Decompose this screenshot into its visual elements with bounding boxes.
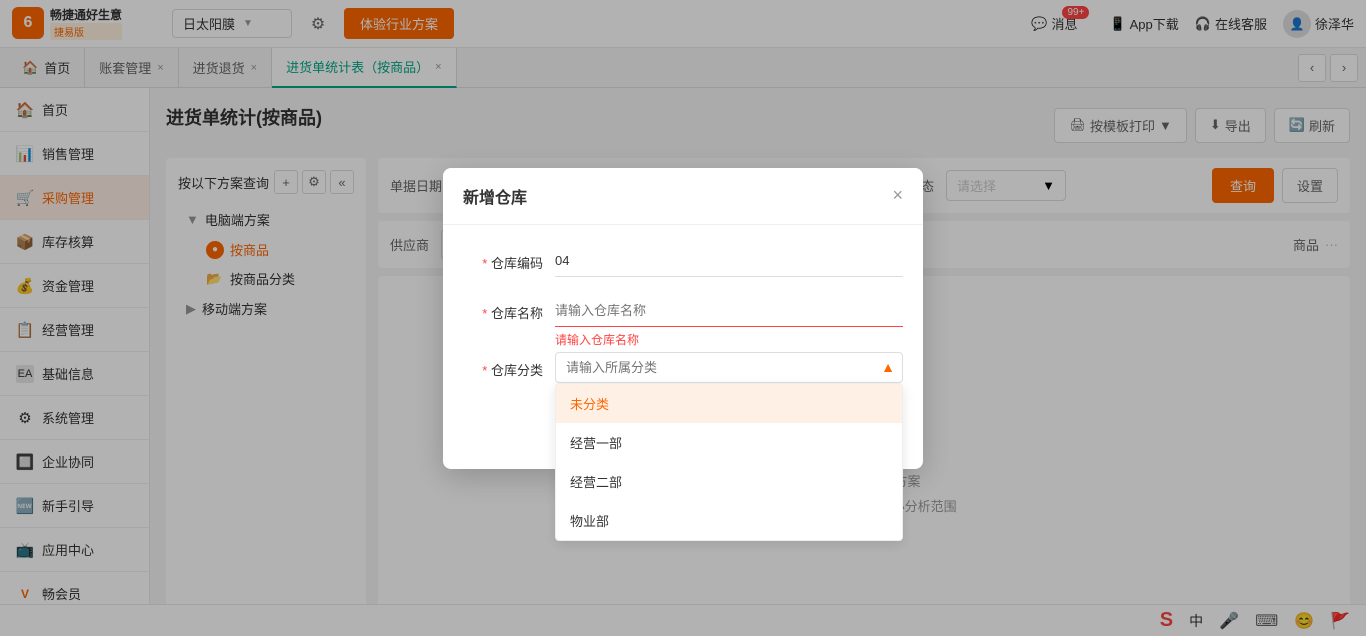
form-row-code: * 仓库编码: [463, 245, 903, 277]
dropdown-item-dept2[interactable]: 经营二部: [556, 462, 902, 501]
modal-overlay[interactable]: 新增仓库 × * 仓库编码 * 仓库名称: [0, 0, 1366, 636]
category-input[interactable]: [555, 352, 903, 383]
name-label: * 仓库名称: [463, 295, 543, 322]
modal-title: 新增仓库: [463, 184, 527, 208]
code-label: * 仓库编码: [463, 245, 543, 272]
category-input-wrapper: ▲ 未分类 经营一部 经营二部 物业部: [555, 352, 903, 383]
new-warehouse-modal: 新增仓库 × * 仓库编码 * 仓库名称: [443, 168, 923, 469]
modal-body: * 仓库编码 * 仓库名称 请输入仓库名称: [443, 225, 923, 403]
name-error-msg: 请输入仓库名称: [555, 331, 903, 348]
name-input[interactable]: [555, 295, 903, 327]
category-select-wrapper: ▲: [555, 352, 903, 383]
form-row-name: * 仓库名称 请输入仓库名称: [463, 295, 903, 348]
modal-close-btn[interactable]: ×: [892, 185, 903, 206]
required-mark: *: [482, 256, 487, 271]
name-input-wrapper: 请输入仓库名称: [555, 295, 903, 348]
category-label: * 仓库分类: [463, 352, 543, 379]
code-input-wrapper: [555, 245, 903, 277]
dropdown-item-dept3[interactable]: 物业部: [556, 501, 902, 540]
required-mark3: *: [482, 363, 487, 378]
required-mark2: *: [482, 306, 487, 321]
dropdown-item-dept1[interactable]: 经营一部: [556, 423, 902, 462]
category-dropdown: 未分类 经营一部 经营二部 物业部: [555, 383, 903, 541]
code-input[interactable]: [555, 245, 903, 277]
modal-header: 新增仓库 ×: [443, 168, 923, 225]
category-arrow-btn[interactable]: ▲: [881, 359, 895, 375]
form-row-category: * 仓库分类 ▲ 未分类 经营一部 经营二部 物业部: [463, 352, 903, 383]
dropdown-item-none[interactable]: 未分类: [556, 384, 902, 423]
